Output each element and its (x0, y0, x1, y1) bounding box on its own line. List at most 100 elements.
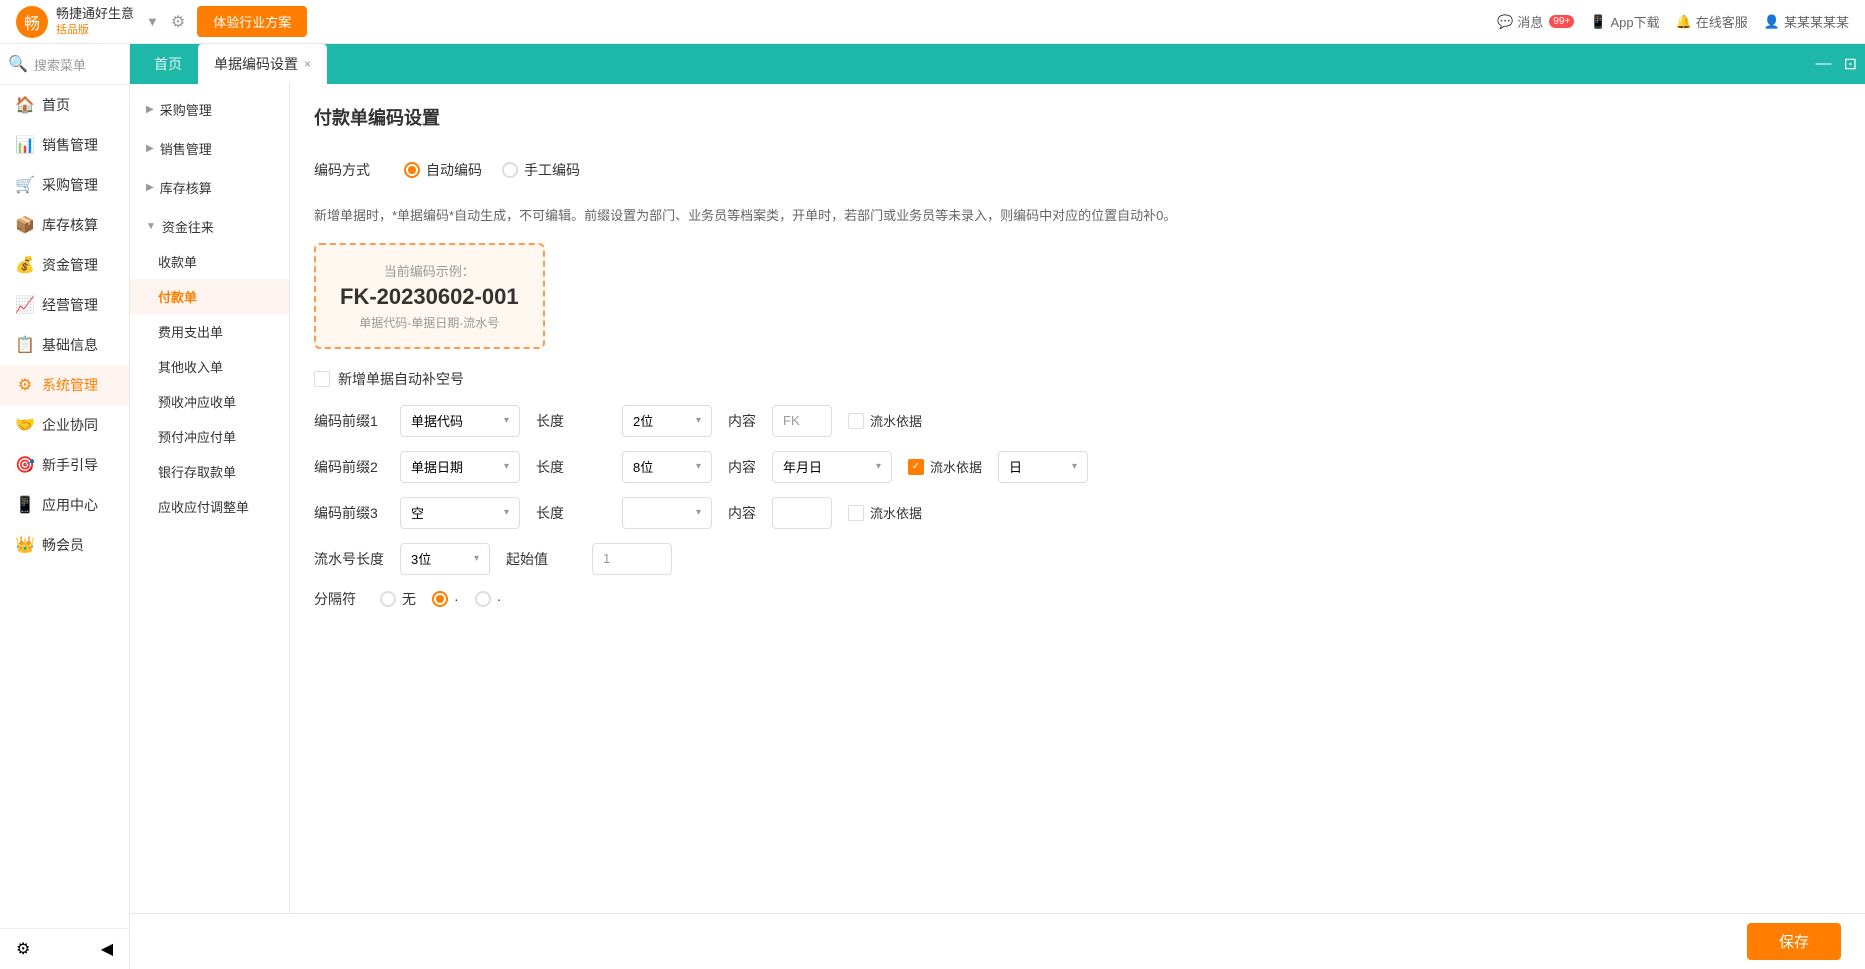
content3-input (772, 497, 832, 529)
auto-fill-checkbox-row: 新增单据自动补空号 (314, 369, 1841, 389)
message-label: 消息 (1517, 12, 1543, 31)
sidebar-item-operation[interactable]: 📈 经营管理 (0, 285, 129, 325)
sidebar-item-member[interactable]: 👑 畅会员 (0, 525, 129, 565)
message-item[interactable]: 💬 消息 99+ (1497, 12, 1574, 31)
content2-select[interactable]: 年月日 ▾ (772, 451, 892, 483)
prefix3-select[interactable]: 空 ▾ (400, 497, 520, 529)
tab-minimize-icon[interactable]: — (1816, 55, 1832, 73)
search-menu[interactable]: 🔍 搜索菜单 (0, 44, 129, 85)
length1-select[interactable]: 2位 ▾ (622, 405, 712, 437)
trial-button[interactable]: 体验行业方案 (197, 6, 307, 37)
tab-encoding-settings[interactable]: 单据编码设置 × (198, 44, 327, 84)
length3-chevron: ▾ (696, 507, 701, 518)
finance-icon: 💰 (16, 256, 34, 274)
operation-icon: 📈 (16, 296, 34, 314)
waterfall1-checkbox[interactable] (848, 413, 864, 429)
sidebar-item-guide[interactable]: 🎯 新手引导 (0, 445, 129, 485)
length2-select[interactable]: 8位 ▾ (622, 451, 712, 483)
topbar-gear-icon[interactable]: ⚙ (171, 12, 185, 32)
sidebar-item-enterprise[interactable]: 🤝 企业协同 (0, 405, 129, 445)
content2-chevron: ▾ (876, 461, 881, 472)
length3-label: 长度 (536, 503, 606, 523)
left-nav-item-expense[interactable]: 费用支出单 (130, 314, 289, 349)
left-nav-item-other-income[interactable]: 其他收入单 (130, 349, 289, 384)
left-nav-group-inventory: ▶ 库存核算 (130, 170, 289, 205)
left-nav-item-prepay-recv[interactable]: 预收冲应收单 (130, 384, 289, 419)
message-icon: 💬 (1497, 14, 1513, 30)
left-nav-capital-title[interactable]: ▼ 资金往来 (130, 209, 289, 244)
member-icon: 👑 (16, 536, 34, 554)
sep-dot-item[interactable]: · (475, 591, 502, 607)
left-nav-sales-title[interactable]: ▶ 销售管理 (130, 131, 289, 166)
prefix2-select[interactable]: 单据日期 ▾ (400, 451, 520, 483)
nav-arrow-icon[interactable]: ▼ (146, 14, 159, 29)
sidebar-item-inventory[interactable]: 📦 库存核算 (0, 205, 129, 245)
left-nav-item-adjustment[interactable]: 应收应付调整单 (130, 489, 289, 524)
sidebar-item-appcenter[interactable]: 📱 应用中心 (0, 485, 129, 525)
tab-active-label: 单据编码设置 (214, 54, 298, 74)
serial-length-select[interactable]: 3位 ▾ (400, 543, 490, 575)
tab-home[interactable]: 首页 (138, 44, 198, 84)
save-button[interactable]: 保存 (1747, 923, 1841, 960)
content1-input: FK (772, 405, 832, 437)
main-panel: 付款单编码设置 编码方式 自动编码 手工编码 (290, 84, 1865, 913)
sidebar-label-guide: 新手引导 (42, 455, 98, 475)
left-nav-item-prepay-pay[interactable]: 预付冲应付单 (130, 419, 289, 454)
preview-label: 当前编码示例： (340, 261, 519, 280)
logo-text-block: 畅捷通好生意 括品版 (56, 6, 134, 38)
sidebar-item-basic[interactable]: 📋 基础信息 (0, 325, 129, 365)
arrow-icon-inventory: ▶ (146, 182, 154, 193)
length1-value: 2位 (633, 411, 653, 430)
sep-dash-dot[interactable] (432, 591, 448, 607)
left-nav-item-bank[interactable]: 银行存取款单 (130, 454, 289, 489)
app-download-item[interactable]: 📱 App下载 (1590, 12, 1659, 31)
left-nav-inventory-title[interactable]: ▶ 库存核算 (130, 170, 289, 205)
sidebar-item-purchase[interactable]: 🛒 采购管理 (0, 165, 129, 205)
waterfall3-checkbox[interactable] (848, 505, 864, 521)
prefix1-select[interactable]: 单据代码 ▾ (400, 405, 520, 437)
waterfall2-checkbox[interactable]: ✓ (908, 459, 924, 475)
home-icon: 🏠 (16, 96, 34, 114)
collapse-icon[interactable]: ◀ (101, 939, 113, 959)
form-row-prefix1: 编码前缀1 单据代码 ▾ 长度 2位 ▾ 内容 FK (314, 405, 1841, 437)
sidebar-item-home[interactable]: 🏠 首页 (0, 85, 129, 125)
sidebar-item-finance[interactable]: 💰 资金管理 (0, 245, 129, 285)
topbar-nav[interactable]: ▼ (146, 14, 159, 29)
online-service-item[interactable]: 🔔 在线客服 (1676, 12, 1748, 31)
left-nav-item-receipt[interactable]: 收款单 (130, 244, 289, 279)
serial-number-row: 流水号长度 3位 ▾ 起始值 1 (314, 543, 1841, 575)
left-nav-purchase-title[interactable]: ▶ 采购管理 (130, 92, 289, 127)
inventory-icon: 📦 (16, 216, 34, 234)
start-value-input[interactable]: 1 (592, 543, 672, 575)
left-nav: ▶ 采购管理 ▶ 销售管理 ▶ 库存核算 (130, 84, 290, 913)
settings-bottom-icon[interactable]: ⚙ (16, 939, 30, 959)
sep-none-item[interactable]: 无 (380, 589, 416, 609)
manual-radio-dot[interactable] (502, 162, 518, 178)
length2-label: 长度 (536, 457, 606, 477)
sep-dot-dot[interactable] (475, 591, 491, 607)
sidebar-item-sales[interactable]: 📊 销售管理 (0, 125, 129, 165)
enterprise-icon: 🤝 (16, 416, 34, 434)
sep-dash-item[interactable]: · (432, 591, 459, 607)
waterfall2-unit-value: 日 (1009, 457, 1022, 476)
waterfall2-unit-select[interactable]: 日 ▾ (998, 451, 1088, 483)
tab-close-icon[interactable]: × (304, 57, 311, 71)
auto-radio-item[interactable]: 自动编码 (404, 160, 482, 180)
sep-radio-group: 无 · · (380, 589, 501, 609)
tab-maximize-icon[interactable]: ⊡ (1844, 54, 1857, 74)
left-nav-item-payment[interactable]: 付款单 (130, 279, 289, 314)
length3-select[interactable]: ▾ (622, 497, 712, 529)
page-title: 付款单编码设置 (314, 104, 1841, 130)
waterfall3-group: 流水依据 (848, 503, 922, 522)
auto-fill-checkbox[interactable] (314, 371, 330, 387)
auto-radio-dot[interactable] (404, 162, 420, 178)
prefix2-chevron: ▾ (504, 461, 509, 472)
sep-none-dot[interactable] (380, 591, 396, 607)
user-item[interactable]: 👤 某某某某某 (1764, 12, 1849, 31)
preview-desc: 单据代码-单据日期-流水号 (340, 314, 519, 331)
manual-radio-item[interactable]: 手工编码 (502, 160, 580, 180)
waterfall2-unit-chevron: ▾ (1072, 461, 1077, 472)
sidebar-item-system[interactable]: ⚙ 系统管理 (0, 365, 129, 405)
content3-label: 内容 (728, 503, 756, 523)
user-name: 某某某某某 (1784, 12, 1849, 31)
